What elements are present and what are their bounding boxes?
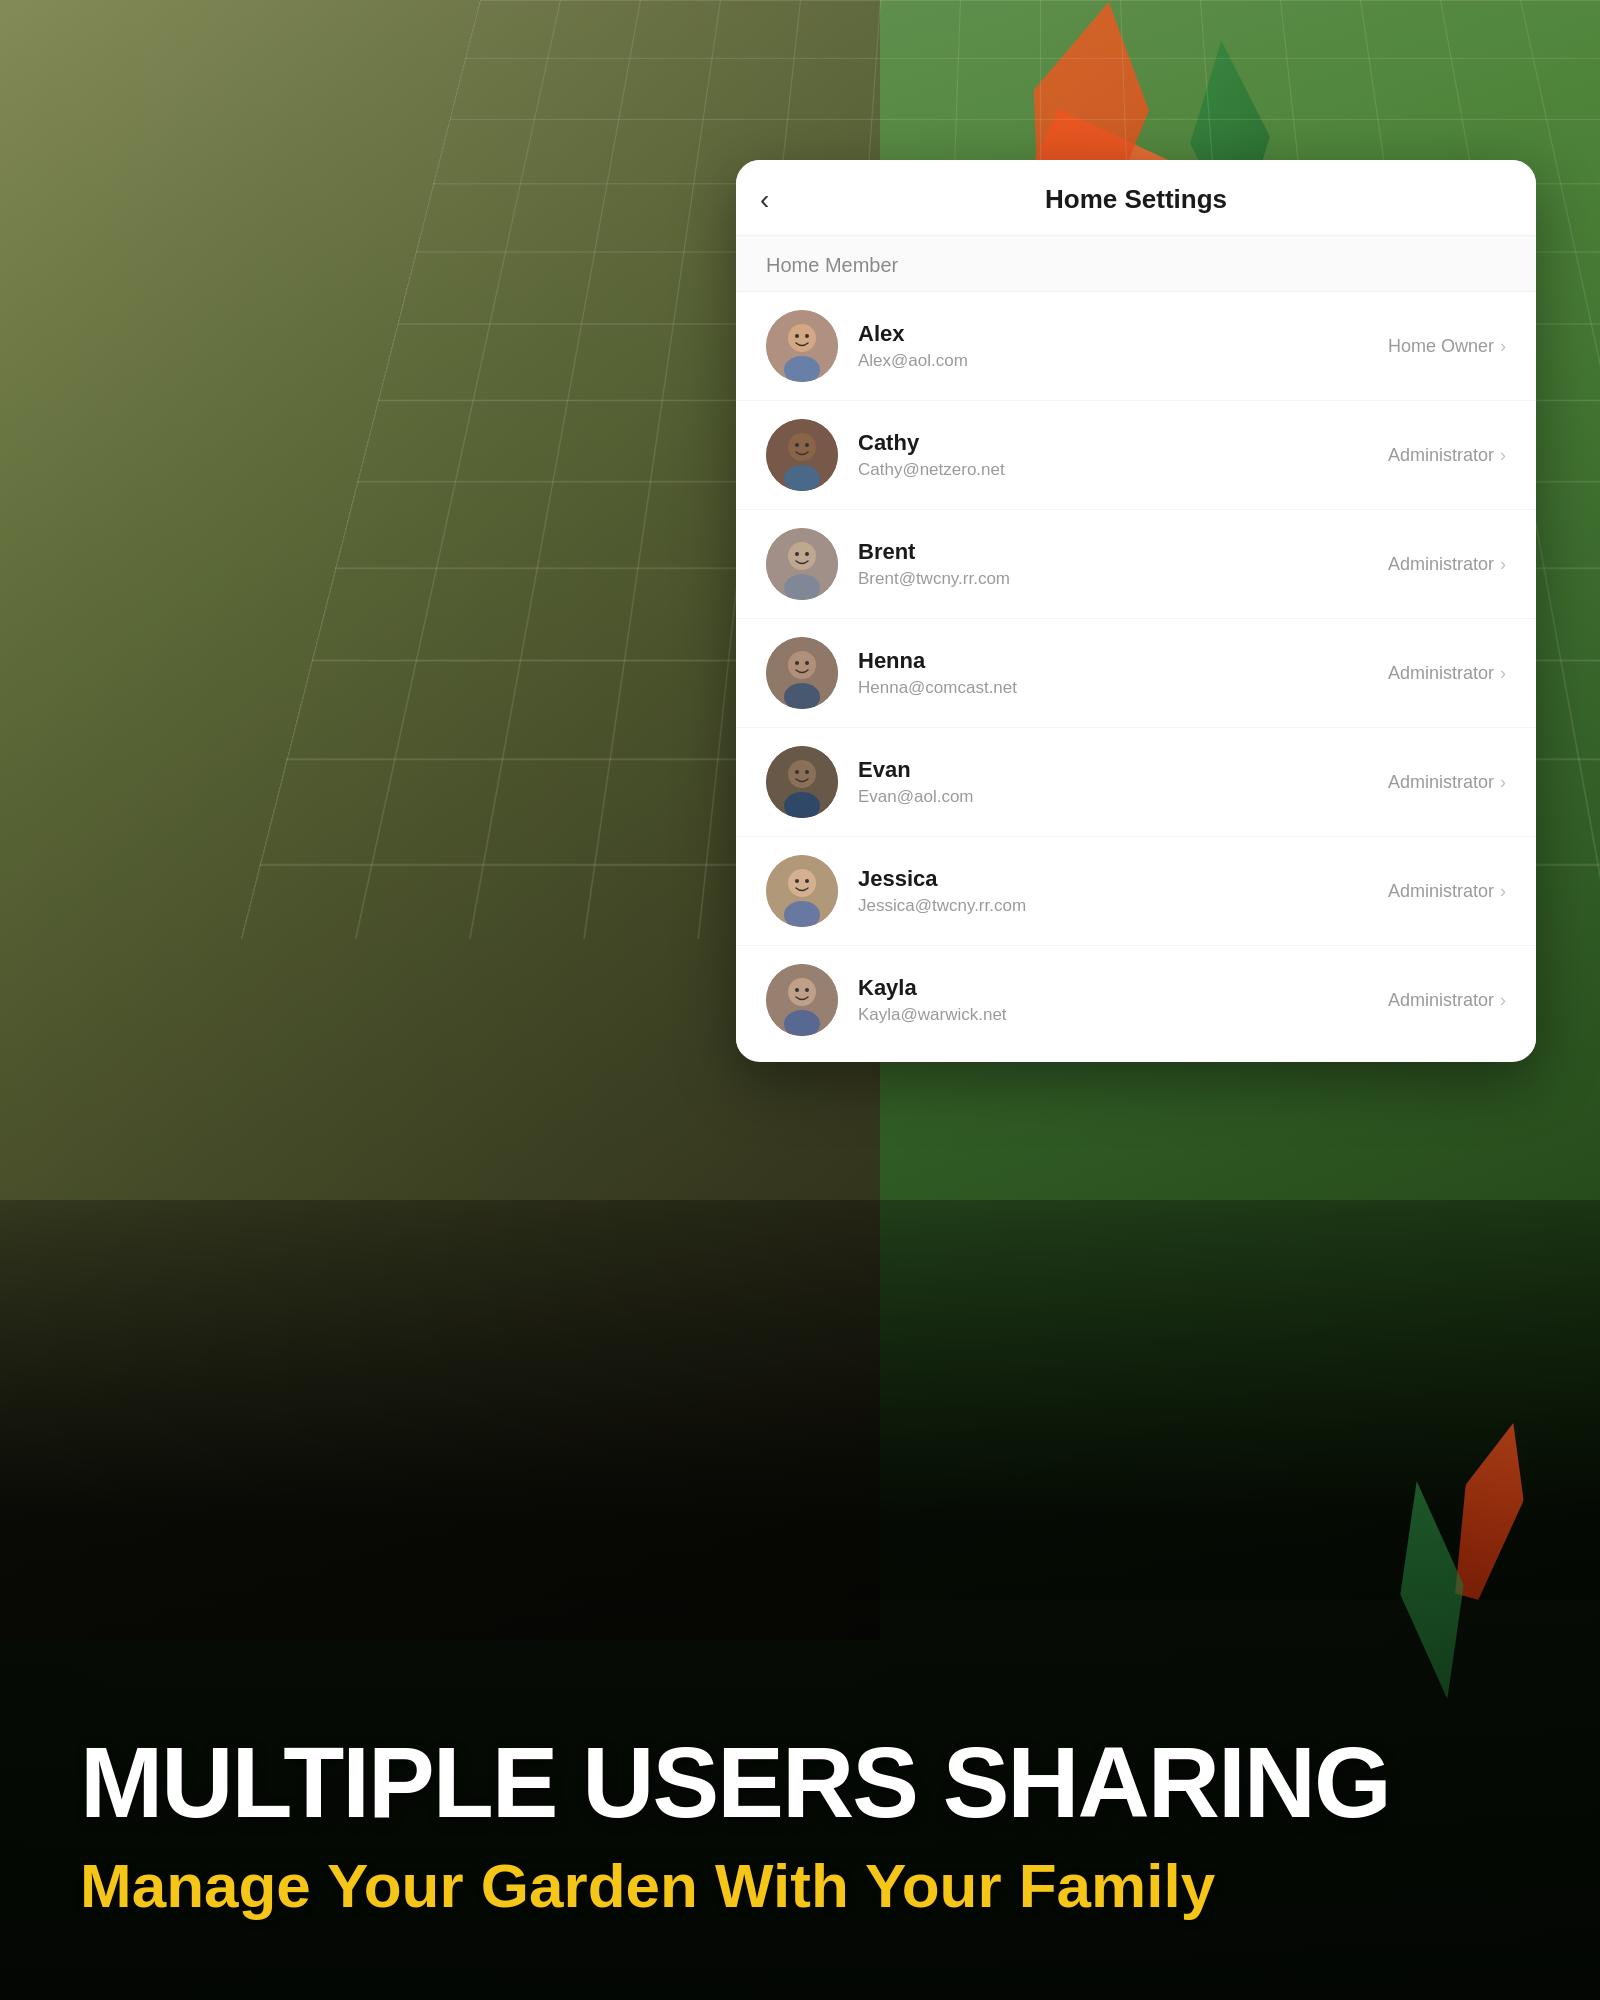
member-name-evan: Evan	[858, 757, 1388, 783]
sub-headline: Manage Your Garden With Your Family	[80, 1852, 1520, 1920]
svg-point-24	[805, 770, 809, 774]
member-role-alex: Home Owner ›	[1388, 336, 1506, 357]
member-email-evan: Evan@aol.com	[858, 787, 1388, 807]
member-role-evan: Administrator ›	[1388, 772, 1506, 793]
member-info-evan: Evan Evan@aol.com	[858, 757, 1388, 807]
svg-point-23	[795, 770, 799, 774]
content-wrapper: ‹ Home Settings Home Member Alex Alex@aol…	[0, 0, 1600, 2000]
member-info-kayla: Kayla Kayla@warwick.net	[858, 975, 1388, 1025]
member-row-alex[interactable]: Alex Alex@aol.comHome Owner ›	[736, 292, 1536, 401]
member-email-henna: Henna@comcast.net	[858, 678, 1388, 698]
chevron-icon-alex: ›	[1500, 336, 1506, 357]
avatar-kayla	[766, 964, 838, 1036]
svg-point-9	[805, 443, 809, 447]
svg-point-11	[788, 542, 816, 570]
chevron-icon-brent: ›	[1500, 554, 1506, 575]
member-role-label-kayla: Administrator	[1388, 990, 1494, 1011]
svg-point-14	[805, 552, 809, 556]
member-role-cathy: Administrator ›	[1388, 445, 1506, 466]
avatar-evan	[766, 746, 838, 818]
svg-point-21	[788, 760, 816, 788]
avatar-cathy	[766, 419, 838, 491]
member-role-label-henna: Administrator	[1388, 663, 1494, 684]
svg-point-4	[805, 334, 809, 338]
member-email-kayla: Kayla@warwick.net	[858, 1005, 1388, 1025]
main-headline: MULTIPLE USERS SHARING	[80, 1732, 1520, 1832]
member-row-jessica[interactable]: Jessica Jessica@twcny.rr.comAdministrator…	[736, 837, 1536, 946]
member-role-brent: Administrator ›	[1388, 554, 1506, 575]
svg-point-28	[795, 879, 799, 883]
svg-point-31	[788, 978, 816, 1006]
svg-point-33	[795, 988, 799, 992]
chevron-icon-kayla: ›	[1500, 990, 1506, 1011]
home-settings-card: ‹ Home Settings Home Member Alex Alex@aol…	[736, 160, 1536, 1062]
member-info-brent: Brent Brent@twcny.rr.com	[858, 539, 1388, 589]
member-row-brent[interactable]: Brent Brent@twcny.rr.comAdministrator ›	[736, 510, 1536, 619]
member-info-jessica: Jessica Jessica@twcny.rr.com	[858, 866, 1388, 916]
member-list: Alex Alex@aol.comHome Owner › Cathy Cathy@n…	[736, 292, 1536, 1054]
member-name-kayla: Kayla	[858, 975, 1388, 1001]
svg-point-26	[788, 869, 816, 897]
svg-point-18	[795, 661, 799, 665]
member-email-alex: Alex@aol.com	[858, 351, 1388, 371]
member-name-henna: Henna	[858, 648, 1388, 674]
member-info-alex: Alex Alex@aol.com	[858, 321, 1388, 371]
avatar-brent	[766, 528, 838, 600]
member-name-jessica: Jessica	[858, 866, 1388, 892]
member-row-cathy[interactable]: Cathy Cathy@netzero.netAdministrator ›	[736, 401, 1536, 510]
svg-point-16	[788, 651, 816, 679]
member-info-henna: Henna Henna@comcast.net	[858, 648, 1388, 698]
member-role-label-cathy: Administrator	[1388, 445, 1494, 466]
bottom-section: MULTIPLE USERS SHARING Manage Your Garde…	[0, 1672, 1600, 2000]
svg-point-8	[795, 443, 799, 447]
member-name-cathy: Cathy	[858, 430, 1388, 456]
member-row-henna[interactable]: Henna Henna@comcast.netAdministrator ›	[736, 619, 1536, 728]
chevron-icon-jessica: ›	[1500, 881, 1506, 902]
svg-point-13	[795, 552, 799, 556]
back-button[interactable]: ‹	[760, 186, 769, 214]
member-role-label-alex: Home Owner	[1388, 336, 1494, 357]
member-role-jessica: Administrator ›	[1388, 881, 1506, 902]
section-label: Home Member	[736, 236, 1536, 292]
chevron-icon-henna: ›	[1500, 663, 1506, 684]
member-row-evan[interactable]: Evan Evan@aol.comAdministrator ›	[736, 728, 1536, 837]
svg-point-19	[805, 661, 809, 665]
svg-point-1	[788, 324, 816, 352]
card-header: ‹ Home Settings	[736, 160, 1536, 236]
svg-point-34	[805, 988, 809, 992]
svg-point-3	[795, 334, 799, 338]
member-name-alex: Alex	[858, 321, 1388, 347]
member-email-jessica: Jessica@twcny.rr.com	[858, 896, 1388, 916]
svg-point-6	[788, 433, 816, 461]
member-role-henna: Administrator ›	[1388, 663, 1506, 684]
avatar-henna	[766, 637, 838, 709]
svg-point-29	[805, 879, 809, 883]
member-role-label-evan: Administrator	[1388, 772, 1494, 793]
chevron-icon-cathy: ›	[1500, 445, 1506, 466]
member-email-brent: Brent@twcny.rr.com	[858, 569, 1388, 589]
member-email-cathy: Cathy@netzero.net	[858, 460, 1388, 480]
page-title: Home Settings	[1045, 184, 1227, 215]
member-name-brent: Brent	[858, 539, 1388, 565]
avatar-alex	[766, 310, 838, 382]
member-role-kayla: Administrator ›	[1388, 990, 1506, 1011]
member-info-cathy: Cathy Cathy@netzero.net	[858, 430, 1388, 480]
avatar-jessica	[766, 855, 838, 927]
member-role-label-jessica: Administrator	[1388, 881, 1494, 902]
chevron-icon-evan: ›	[1500, 772, 1506, 793]
member-role-label-brent: Administrator	[1388, 554, 1494, 575]
member-row-kayla[interactable]: Kayla Kayla@warwick.netAdministrator ›	[736, 946, 1536, 1054]
